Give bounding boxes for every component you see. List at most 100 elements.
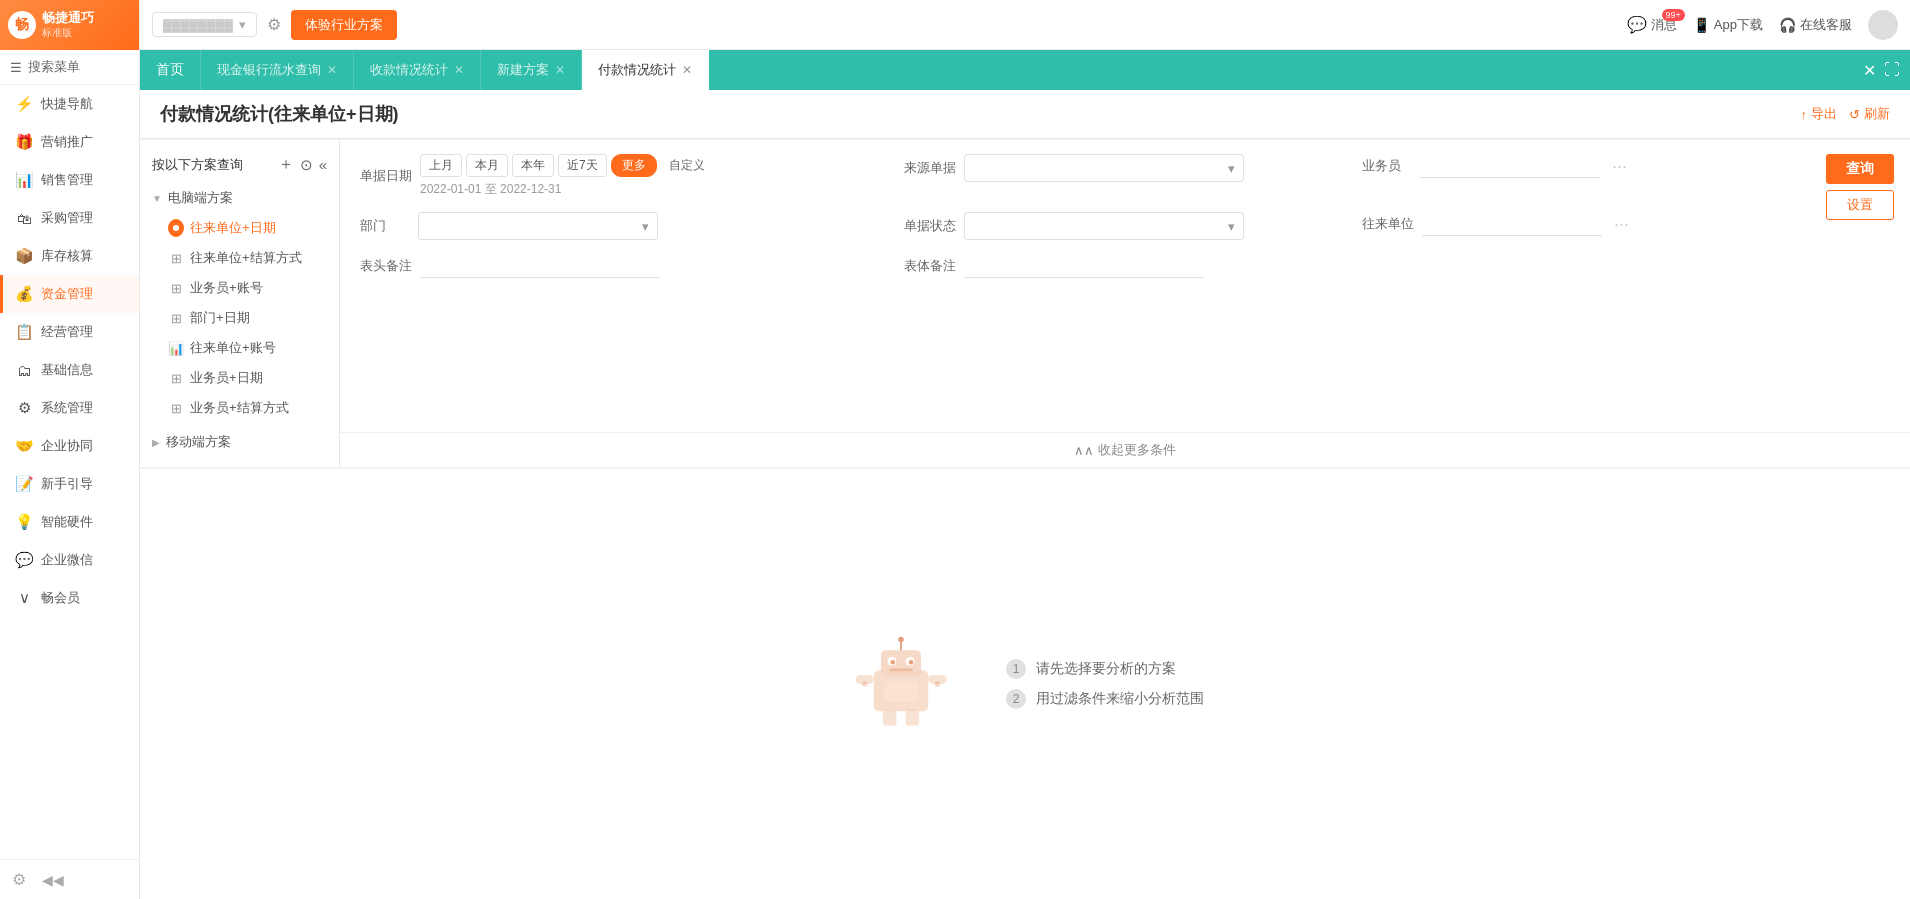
scheme-item-partner-settlement[interactable]: ⊞ 往来单位+结算方式 bbox=[140, 243, 339, 273]
tabs-close-all-icon[interactable]: ✕ bbox=[1863, 61, 1876, 80]
svg-rect-14 bbox=[885, 681, 918, 701]
query-button[interactable]: 查询 bbox=[1826, 154, 1894, 184]
sidebar-item-label: 畅会员 bbox=[41, 589, 80, 607]
sidebar-item-smart-hw[interactable]: 💡 智能硬件 bbox=[0, 503, 139, 541]
robot-icon bbox=[846, 634, 956, 734]
svg-rect-9 bbox=[889, 669, 913, 672]
trial-button[interactable]: 体验行业方案 bbox=[291, 10, 397, 40]
tab-receipt-stats-label: 收款情况统计 bbox=[370, 61, 448, 79]
tabs-expand-icon[interactable]: ⛶ bbox=[1884, 61, 1900, 79]
scheme-item-partner-date[interactable]: 往来单位+日期 bbox=[140, 213, 339, 243]
filter-field-table-body-note: 表体备注 bbox=[904, 254, 1332, 278]
main-area: ▓▓▓▓▓▓▓▓ ▾ ⚙ 体验行业方案 💬 消息 99+ 📱 App下载 🎧 在… bbox=[140, 0, 1910, 899]
source-select[interactable]: ▾ bbox=[964, 154, 1244, 182]
user-avatar[interactable] bbox=[1868, 10, 1898, 40]
sidebar-item-label: 快捷导航 bbox=[41, 95, 93, 113]
scheme-add-icon[interactable]: ＋ bbox=[278, 154, 294, 175]
expand-icon: ▼ bbox=[152, 193, 162, 204]
footer-collapse-icon[interactable]: ◀◀ bbox=[42, 872, 64, 888]
scheme-item-partner-account[interactable]: 📊 往来单位+账号 bbox=[140, 333, 339, 363]
refresh-button[interactable]: ↺ 刷新 bbox=[1849, 105, 1890, 123]
tab-bank-flow-close[interactable]: ✕ bbox=[327, 63, 337, 77]
sidebar-item-marketing[interactable]: 🎁 营销推广 bbox=[0, 123, 139, 161]
sidebar-item-enterprise[interactable]: 🤝 企业协同 bbox=[0, 427, 139, 465]
scheme-panel-header: 按以下方案查询 ＋ ⊙ « bbox=[140, 150, 339, 183]
topbar-settings-icon[interactable]: ⚙ bbox=[267, 15, 281, 34]
scheme-item-label: 往来单位+日期 bbox=[190, 219, 276, 237]
dept-label: 部门 bbox=[360, 217, 410, 235]
doc-status-value bbox=[973, 217, 986, 235]
date-option-custom[interactable]: 自定义 bbox=[661, 155, 713, 176]
workspace-selector[interactable]: ▓▓▓▓▓▓▓▓ ▾ bbox=[152, 12, 257, 37]
tab-bank-flow[interactable]: 现金银行流水查询 ✕ bbox=[201, 50, 354, 90]
tab-home[interactable]: 首页 bbox=[140, 50, 201, 90]
content-inner: 付款情况统计(往来单位+日期) ↑ 导出 ↺ 刷新 bbox=[140, 90, 1910, 899]
sidebar-item-basic-info[interactable]: 🗂 基础信息 bbox=[0, 351, 139, 389]
sidebar-item-inventory[interactable]: 📦 库存核算 bbox=[0, 237, 139, 275]
sidebar-item-vip[interactable]: ∨ 畅会员 bbox=[0, 579, 139, 617]
scheme-mobile-group[interactable]: ▶ 移动端方案 bbox=[140, 427, 339, 457]
filter-row-2: 部门 ▾ 单据状态 bbox=[360, 212, 1790, 240]
doc-status-select[interactable]: ▾ bbox=[964, 212, 1244, 240]
footer-settings-icon[interactable]: ⚙ bbox=[12, 870, 26, 889]
sidebar-item-wechat[interactable]: 💬 企业微信 bbox=[0, 541, 139, 579]
date-option-last-7-days[interactable]: 近7天 bbox=[558, 154, 607, 177]
salesperson-input[interactable] bbox=[1420, 154, 1600, 178]
table-head-note-input[interactable] bbox=[420, 254, 660, 278]
date-option-this-month[interactable]: 本月 bbox=[466, 154, 508, 177]
app-download-label: App下载 bbox=[1714, 16, 1763, 34]
tabs-right-controls: ✕ ⛶ bbox=[1853, 50, 1910, 90]
page-actions: ↑ 导出 ↺ 刷新 bbox=[1801, 105, 1891, 123]
filter-settings-button[interactable]: 设置 bbox=[1826, 190, 1894, 220]
sidebar-item-purchase[interactable]: 🛍 采购管理 bbox=[0, 199, 139, 237]
sidebar-item-capital[interactable]: 💰 资金管理 bbox=[0, 275, 139, 313]
dept-select[interactable]: ▾ bbox=[418, 212, 658, 240]
date-option-last-month[interactable]: 上月 bbox=[420, 154, 462, 177]
scheme-item-dept-date[interactable]: ⊞ 部门+日期 bbox=[140, 303, 339, 333]
customer-service-item[interactable]: 🎧 在线客服 bbox=[1779, 16, 1852, 34]
sidebar-item-label: 营销推广 bbox=[41, 133, 93, 151]
tab-new-scheme-close[interactable]: ✕ bbox=[555, 63, 565, 77]
sidebar-item-guide[interactable]: 📝 新手引导 bbox=[0, 465, 139, 503]
tab-new-scheme[interactable]: 新建方案 ✕ bbox=[481, 50, 582, 90]
app-download-item[interactable]: 📱 App下载 bbox=[1693, 16, 1763, 34]
filter-field-dept: 部门 ▾ bbox=[360, 212, 874, 240]
sidebar-item-quick-nav[interactable]: ⚡ 快捷导航 bbox=[0, 85, 139, 123]
table-head-note-label: 表头备注 bbox=[360, 257, 412, 275]
scheme-item-label: 往来单位+结算方式 bbox=[190, 249, 302, 267]
scheme-panel-title: 按以下方案查询 bbox=[152, 156, 243, 174]
svg-point-0 bbox=[173, 225, 179, 231]
scheme-item-salesperson-date[interactable]: ⊞ 业务员+日期 bbox=[140, 363, 339, 393]
salesperson-dots[interactable]: ··· bbox=[1608, 156, 1631, 177]
scheme-settings-icon[interactable]: ⊙ bbox=[300, 156, 313, 174]
partner-dots[interactable]: ··· bbox=[1610, 214, 1633, 235]
filter-field-source: 来源单据 ▾ bbox=[904, 154, 1332, 182]
date-option-this-year[interactable]: 本年 bbox=[512, 154, 554, 177]
sidebar-item-system[interactable]: ⚙ 系统管理 bbox=[0, 389, 139, 427]
table-body-note-input[interactable] bbox=[964, 254, 1204, 278]
sidebar-item-label: 采购管理 bbox=[41, 209, 93, 227]
customer-service-label: 在线客服 bbox=[1800, 16, 1852, 34]
wechat-icon: 💬 bbox=[15, 551, 33, 569]
notifications-item[interactable]: 💬 消息 99+ bbox=[1627, 15, 1677, 34]
tab-receipt-stats[interactable]: 收款情况统计 ✕ bbox=[354, 50, 481, 90]
sidebar-item-sales[interactable]: 📊 销售管理 bbox=[0, 161, 139, 199]
phone-icon: 📱 bbox=[1693, 17, 1710, 33]
scheme-collapse-icon[interactable]: « bbox=[319, 156, 327, 173]
sidebar-search[interactable]: ☰ 搜索菜单 bbox=[0, 50, 139, 85]
scheme-desktop-group-title[interactable]: ▼ 电脑端方案 bbox=[140, 183, 339, 213]
date-option-more[interactable]: 更多 bbox=[611, 154, 657, 177]
svg-point-8 bbox=[898, 637, 903, 642]
scheme-item-salesperson-account[interactable]: ⊞ 业务员+账号 bbox=[140, 273, 339, 303]
sidebar-item-operation[interactable]: 📋 经营管理 bbox=[0, 313, 139, 351]
collapse-row[interactable]: ∧∧ 收起更多条件 bbox=[340, 432, 1910, 467]
sidebar: 畅 畅捷通巧 标准版 ☰ 搜索菜单 ⚡ 快捷导航 🎁 营销推广 📊 销售管理 🛍… bbox=[0, 0, 140, 899]
dept-chevron: ▾ bbox=[642, 219, 649, 234]
sidebar-item-label: 企业协同 bbox=[41, 437, 93, 455]
export-button[interactable]: ↑ 导出 bbox=[1801, 105, 1838, 123]
scheme-item-salesperson-settlement[interactable]: ⊞ 业务员+结算方式 bbox=[140, 393, 339, 423]
tab-receipt-stats-close[interactable]: ✕ bbox=[454, 63, 464, 77]
tab-payment-stats[interactable]: 付款情况统计 ✕ bbox=[582, 50, 709, 90]
partner-input[interactable] bbox=[1422, 212, 1602, 236]
tab-payment-stats-close[interactable]: ✕ bbox=[682, 63, 692, 77]
